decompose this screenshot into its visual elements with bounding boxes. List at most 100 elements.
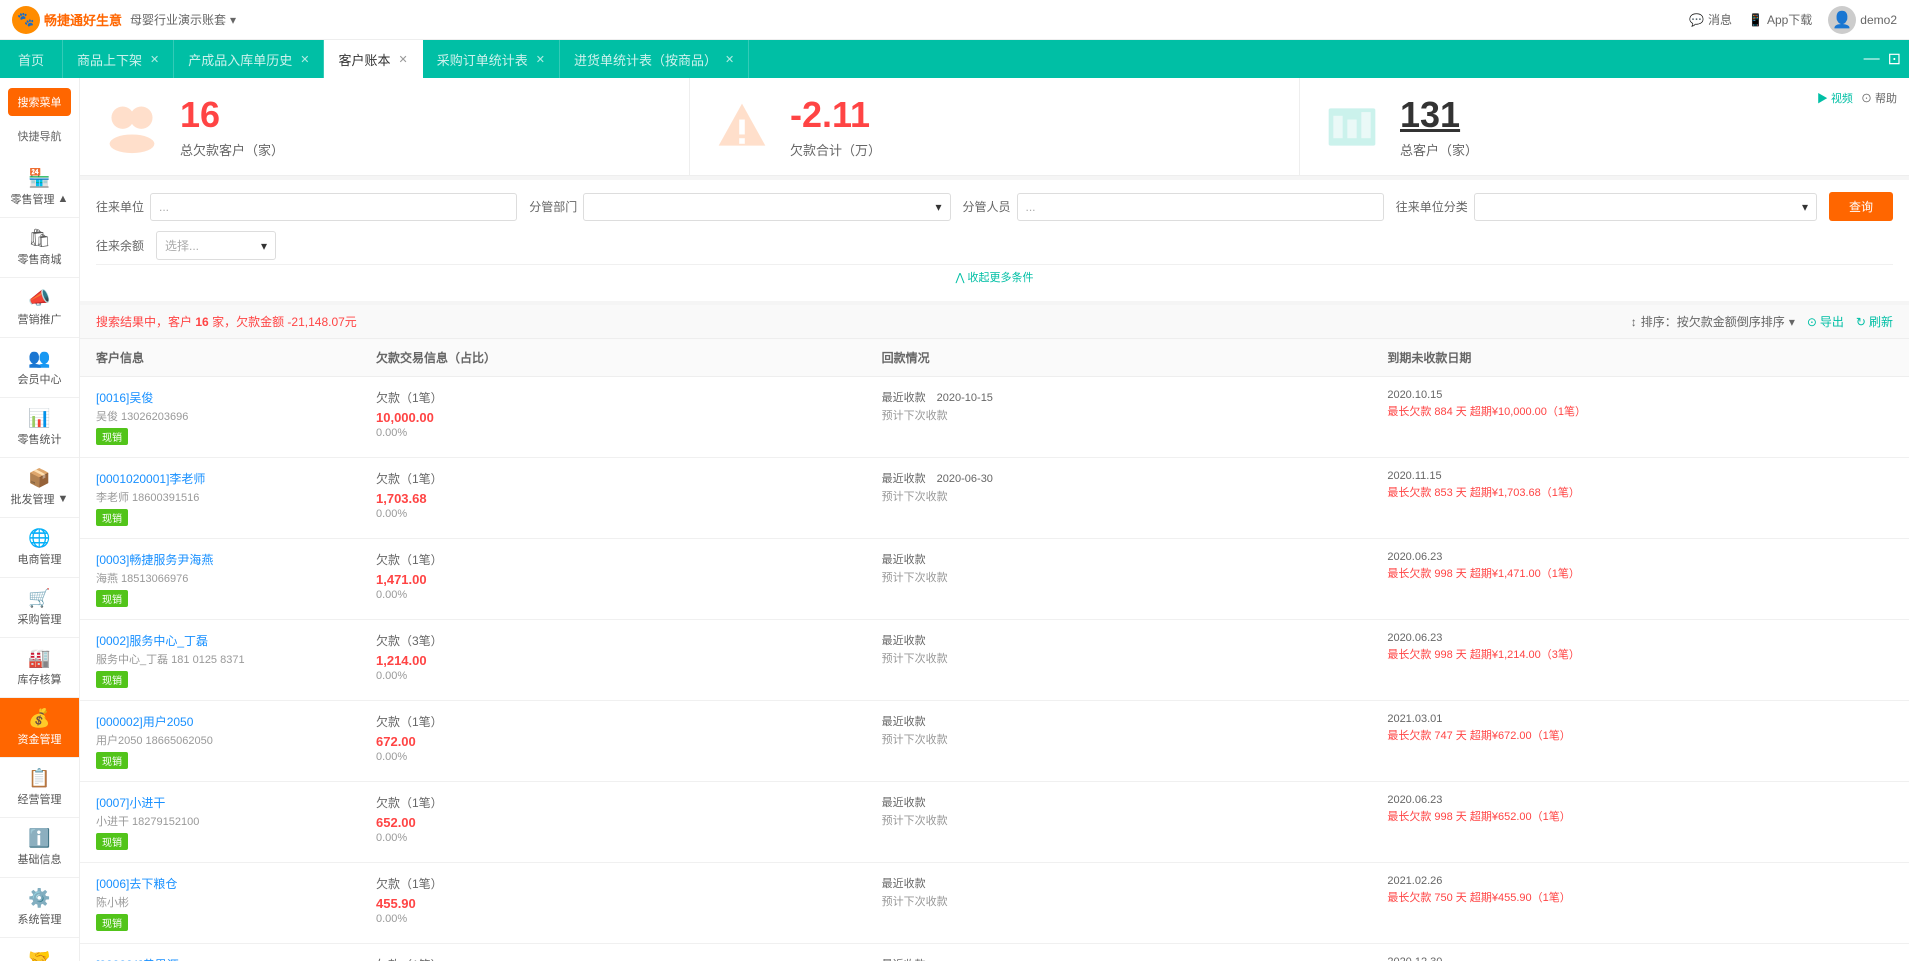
refresh-button[interactable]: ↻ 刷新 [1856, 313, 1893, 330]
customer-name-4[interactable]: [000002]用户2050 [96, 713, 376, 730]
debt-amount-0[interactable]: 10,000.00 [376, 410, 882, 425]
overdue-amount-5[interactable]: 超期¥652.00（1笔） [1470, 811, 1571, 823]
sidebar-item-ecommerce[interactable]: 🌐 电商管理 [0, 518, 79, 578]
tab-minimize-icon[interactable]: — [1864, 50, 1880, 68]
search-button[interactable]: 查询 [1829, 192, 1893, 221]
sidebar-item-purchase-mgmt[interactable]: 🛒 采购管理 [0, 578, 79, 638]
sidebar-item-retail-mall[interactable]: 🛍 零售商城 [0, 218, 79, 278]
customer-name-7[interactable]: [000001]黄思源 [96, 956, 376, 961]
sidebar-item-finance[interactable]: 💰 资金管理 [0, 698, 79, 758]
customer-name-3[interactable]: [0002]服务中心_丁磊 [96, 632, 376, 649]
app-download-button[interactable]: 📱 App下载 [1748, 11, 1812, 28]
table-row: [0016]吴俊 吴俊 13026203696 现销 欠款（1笔） 10,000… [80, 377, 1909, 458]
dept-select[interactable]: ▾ [583, 193, 950, 221]
sidebar-item-inventory[interactable]: 🏭 库存核算 [0, 638, 79, 698]
tab-purchase-order-close[interactable]: ✕ [536, 53, 545, 66]
tab-product-history-close[interactable]: ✕ [300, 53, 309, 66]
debt-amount-4[interactable]: 672.00 [376, 734, 882, 749]
debt-amount-5[interactable]: 652.00 [376, 815, 882, 830]
tab-product-shelf[interactable]: 商品上下架 ✕ [63, 40, 174, 78]
logo-icon: 🐾 [12, 6, 40, 34]
debt-count-6: 欠款（1笔） [376, 875, 882, 892]
debt-percent-4: 0.00% [376, 751, 882, 763]
help-button[interactable]: ⊙ 帮助 [1861, 90, 1897, 106]
overdue-amount-3[interactable]: 超期¥1,214.00（3笔） [1470, 649, 1580, 661]
stat-card-total: 131 总客户（家） ▶ 视频 ⊙ 帮助 [1300, 78, 1909, 175]
sidebar-item-member[interactable]: 👥 会员中心 [0, 338, 79, 398]
collapse-button[interactable]: ⋀ 收起更多条件 [96, 264, 1893, 289]
table-row: [0001020001]李老师 李老师 18600391516 现销 欠款（1笔… [80, 458, 1909, 539]
tab-customer-account[interactable]: 客户账本 ✕ [324, 40, 422, 78]
customer-tag-0: 现销 [96, 428, 128, 445]
customer-name-5[interactable]: [0007]小进干 [96, 794, 376, 811]
overdue-amount-6[interactable]: 超期¥455.90（1笔） [1470, 892, 1571, 904]
cell-repay-2: 最近收款 预计下次收款 [882, 551, 1388, 585]
cell-repay-5: 最近收款 预计下次收款 [882, 794, 1388, 828]
recent-pay-0: 最近收款 2020-10-15 [882, 389, 1388, 405]
cell-debt-5: 欠款（1笔） 652.00 0.00% [376, 794, 882, 844]
top-bar-right: 💬 消息 📱 App下载 👤 demo2 [1689, 6, 1897, 34]
purchase-mgmt-icon: 🛒 [4, 588, 75, 609]
balance-arrow-icon: ▾ [261, 239, 267, 253]
user-area[interactable]: 👤 demo2 [1828, 6, 1897, 34]
tab-expand-icon[interactable]: ⊡ [1888, 49, 1901, 69]
store-selector[interactable]: 母婴行业演示账套 ▾ [130, 11, 236, 28]
debt-percent-6: 0.00% [376, 913, 882, 925]
debt-amount-3[interactable]: 1,214.00 [376, 653, 882, 668]
manager-input[interactable]: ... [1017, 193, 1384, 221]
sidebar-item-retail-stats[interactable]: 📊 零售统计 [0, 398, 79, 458]
from-unit-input[interactable]: ... [150, 193, 517, 221]
finance-icon: 💰 [4, 708, 75, 729]
unit-category-select[interactable]: ▾ [1474, 193, 1817, 221]
filter-row-2: 往来余额 选择... ▾ [96, 231, 1893, 260]
debt-amount-6[interactable]: 455.90 [376, 896, 882, 911]
message-button[interactable]: 💬 消息 [1689, 11, 1732, 28]
sidebar-search-button[interactable]: 搜索菜单 [8, 88, 71, 116]
sidebar-item-enterprise-collab[interactable]: 🤝 企业协同 [0, 938, 79, 961]
overdue-amount-1[interactable]: 超期¥1,703.68（1笔） [1470, 487, 1580, 499]
cell-expire-5: 2020.06.23 最长欠款 998 天 超期¥652.00（1笔） [1387, 794, 1893, 824]
customer-name-0[interactable]: [0016]吴俊 [96, 389, 376, 406]
tab-purchase-stats[interactable]: 进货单统计表（按商品） ✕ [560, 40, 749, 78]
tab-purchase-stats-close[interactable]: ✕ [725, 53, 734, 66]
sidebar-item-basic-info[interactable]: ℹ️ 基础信息 [0, 818, 79, 878]
tab-purchase-order-label: 采购订单统计表 [437, 50, 528, 69]
overdue-amount-0[interactable]: 超期¥10,000.00（1笔） [1470, 406, 1586, 418]
table-row: [000001]黄思源 黄思源 13552700226 现销 欠款（1笔） 42… [80, 944, 1909, 961]
sort-dropdown[interactable]: ↕ 排序：按欠款金额倒序排序 ▾ [1631, 313, 1795, 330]
retail-mgmt-arrow: ▲ [58, 193, 69, 205]
tab-customer-account-close[interactable]: ✕ [399, 53, 408, 66]
sidebar-item-system[interactable]: ⚙️ 系统管理 [0, 878, 79, 938]
tab-product-history[interactable]: 产成品入库单历史 ✕ [174, 40, 324, 78]
sidebar-item-business-mgmt[interactable]: 📋 经营管理 [0, 758, 79, 818]
customer-name-2[interactable]: [0003]畅捷服务尹海燕 [96, 551, 376, 568]
cell-customer-6: [0006]去下粮仓 陈小彬 现销 [96, 875, 376, 931]
customer-name-1[interactable]: [0001020001]李老师 [96, 470, 376, 487]
debt-amount-2[interactable]: 1,471.00 [376, 572, 882, 587]
tab-home[interactable]: 首页 [0, 40, 63, 78]
sidebar-item-retail-stats-label: 零售统计 [18, 434, 62, 446]
export-icon: ⊙ [1807, 315, 1817, 329]
sidebar-item-marketing[interactable]: 📣 营销推广 [0, 278, 79, 338]
customer-sub-3: 服务中心_丁磊 181 0125 8371 [96, 651, 376, 667]
sidebar-quick-nav[interactable]: 快捷导航 [0, 122, 79, 150]
unit-category-label: 往来单位分类 [1396, 198, 1468, 215]
sidebar-item-retail-mgmt[interactable]: 🏪 零售管理 ▲ [0, 158, 79, 218]
tab-purchase-order[interactable]: 采购订单统计表 ✕ [423, 40, 560, 78]
customer-name-6[interactable]: [0006]去下粮仓 [96, 875, 376, 892]
debt-amount-1[interactable]: 1,703.68 [376, 491, 882, 506]
result-bar: 搜索结果中，客户 16 家，欠款金额 -21,148.07元 ↕ 排序：按欠款金… [80, 305, 1909, 339]
overdue-amount-4[interactable]: 超期¥672.00（1笔） [1470, 730, 1571, 742]
filter-from-unit: 往来单位 ... [96, 193, 517, 221]
export-button[interactable]: ⊙ 导出 [1807, 313, 1844, 330]
sidebar-item-system-label: 系统管理 [18, 914, 62, 926]
tab-product-shelf-close[interactable]: ✕ [150, 53, 159, 66]
balance-select[interactable]: 选择... ▾ [156, 231, 276, 260]
expire-overdue-days-5: 最长欠款 998 天 超期¥652.00（1笔） [1387, 808, 1893, 824]
balance-placeholder: 选择... [165, 237, 199, 254]
video-button[interactable]: ▶ 视频 [1817, 90, 1853, 106]
tab-purchase-stats-label: 进货单统计表（按商品） [574, 50, 717, 69]
table-header: 客户信息 欠款交易信息（占比） 回款情况 到期未收款日期 [80, 339, 1909, 377]
sidebar-item-batch-mgmt[interactable]: 📦 批发管理 ▼ [0, 458, 79, 518]
overdue-amount-2[interactable]: 超期¥1,471.00（1笔） [1470, 568, 1580, 580]
